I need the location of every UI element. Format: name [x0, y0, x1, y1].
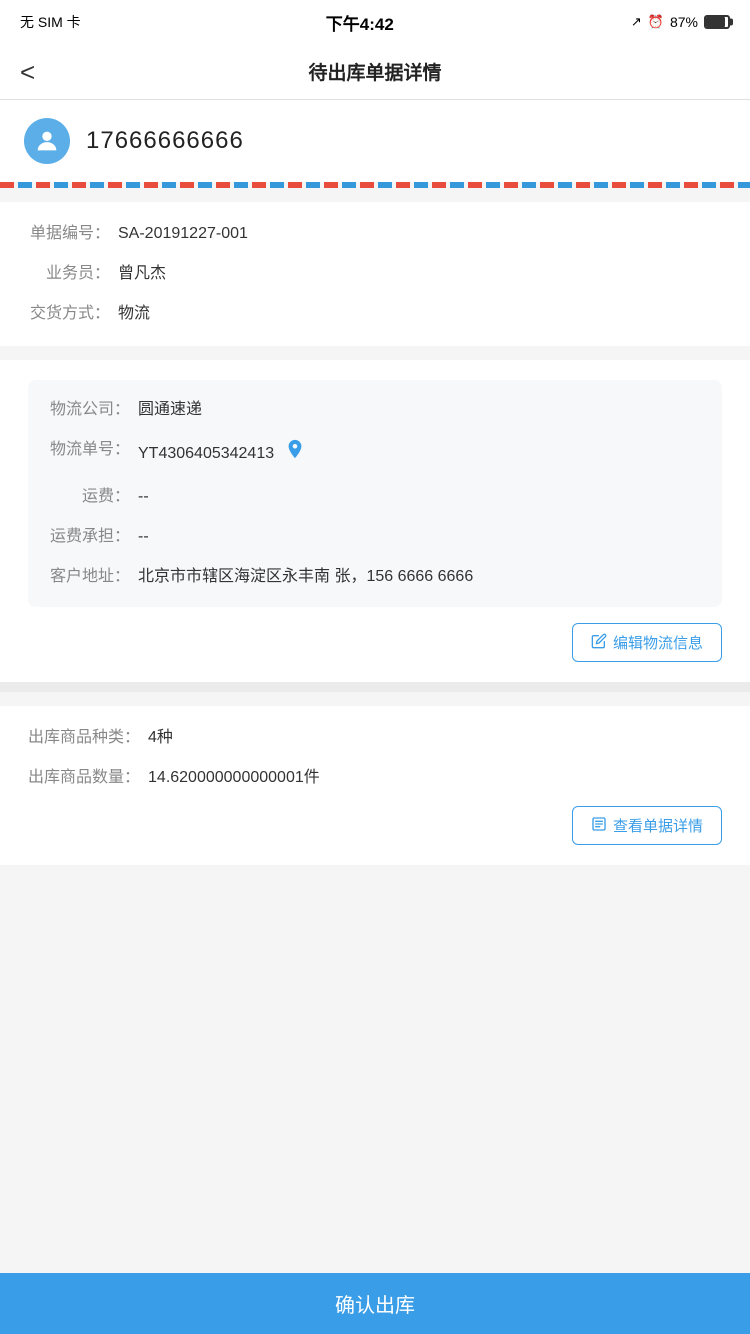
logistics-company-value: 圆通速递 — [138, 398, 702, 422]
freight-value: -- — [138, 485, 702, 509]
outbound-info-section: 出库商品种类： 4种 出库商品数量： 14.620000000000001件 查… — [0, 706, 750, 865]
battery-icon — [704, 15, 730, 29]
delivery-method-row: 交货方式： 物流 — [28, 302, 722, 326]
dashed-divider — [0, 182, 750, 188]
back-button[interactable]: < — [20, 59, 35, 85]
sales-person-label: 业务员： — [28, 262, 118, 286]
status-right: ↗ ⏰ 87% — [631, 14, 730, 30]
outbound-type-value: 4种 — [148, 726, 722, 750]
confirm-btn-wrap: 确认出库 — [0, 1273, 750, 1334]
outbound-quantity-value: 14.620000000000001件 — [148, 766, 722, 790]
address-label: 客户地址： — [48, 565, 138, 589]
section-separator — [0, 682, 750, 692]
avatar — [24, 118, 70, 164]
bottom-spacer — [0, 865, 750, 945]
freight-label: 运费： — [48, 485, 138, 509]
carrier-text: 无 SIM 卡 — [20, 12, 81, 32]
address-row: 客户地址： 北京市市辖区海淀区永丰南 张，156 6666 6666 — [48, 565, 702, 589]
confirm-outbound-button[interactable]: 确认出库 — [0, 1289, 750, 1318]
location-status-icon: ↗ — [631, 14, 642, 30]
delivery-value: 物流 — [118, 302, 722, 326]
outbound-type-label: 出库商品种类： — [28, 726, 148, 750]
edit-logistics-label: 编辑物流信息 — [613, 632, 703, 653]
sales-person-value: 曾凡杰 — [118, 262, 722, 286]
battery-text: 87% — [670, 14, 698, 30]
outbound-type-row: 出库商品种类： 4种 — [28, 726, 722, 750]
document-icon — [591, 816, 607, 836]
outbound-quantity-row: 出库商品数量： 14.620000000000001件 — [28, 766, 722, 790]
tracking-value-wrap: YT43064053424​13 — [138, 438, 702, 469]
customer-header: 17666666666 — [0, 100, 750, 182]
edit-icon — [591, 633, 607, 653]
logistics-card: 物流公司： 圆通速递 物流单号： YT43064053424​13 运费： --… — [28, 380, 722, 607]
nav-bar: < 待出库单据详情 — [0, 44, 750, 100]
view-detail-btn-wrap: 查看单据详情 — [28, 806, 722, 845]
logistics-company-label: 物流公司： — [48, 398, 138, 422]
logistics-company-row: 物流公司： 圆通速递 — [48, 398, 702, 422]
status-left: 无 SIM 卡 — [20, 12, 89, 32]
address-value: 北京市市辖区海淀区永丰南 张，156 6666 6666 — [138, 565, 702, 589]
tracking-no-row: 物流单号： YT43064053424​13 — [48, 438, 702, 469]
view-detail-label: 查看单据详情 — [613, 815, 703, 836]
edit-logistics-button[interactable]: 编辑物流信息 — [572, 623, 722, 662]
status-bar: 无 SIM 卡 下午4:42 ↗ ⏰ 87% — [0, 0, 750, 44]
basic-info-section: 单据编号： SA-20191227-001 业务员： 曾凡杰 交货方式： 物流 — [0, 202, 750, 346]
outbound-quantity-label: 出库商品数量： — [28, 766, 148, 790]
status-time: 下午4:42 — [326, 10, 394, 35]
freight-bearer-label: 运费承担： — [48, 525, 138, 549]
map-pin-icon[interactable] — [284, 438, 306, 469]
sales-person-row: 业务员： 曾凡杰 — [28, 262, 722, 286]
order-no-row: 单据编号： SA-20191227-001 — [28, 222, 722, 246]
tracking-label: 物流单号： — [48, 438, 138, 462]
customer-phone: 17666666666 — [86, 127, 244, 155]
view-detail-button[interactable]: 查看单据详情 — [572, 806, 722, 845]
freight-bearer-value: -- — [138, 525, 702, 549]
order-no-label: 单据编号： — [28, 222, 118, 246]
freight-bearer-row: 运费承担： -- — [48, 525, 702, 549]
order-no-value: SA-20191227-001 — [118, 222, 722, 246]
freight-row: 运费： -- — [48, 485, 702, 509]
alarm-icon: ⏰ — [648, 14, 664, 30]
logistics-section: 物流公司： 圆通速递 物流单号： YT43064053424​13 运费： --… — [0, 360, 750, 682]
tracking-value: YT43064053424​13 — [138, 442, 274, 466]
delivery-label: 交货方式： — [28, 302, 118, 326]
edit-logistics-btn-wrap: 编辑物流信息 — [28, 623, 722, 662]
page-title: 待出库单据详情 — [308, 58, 441, 85]
